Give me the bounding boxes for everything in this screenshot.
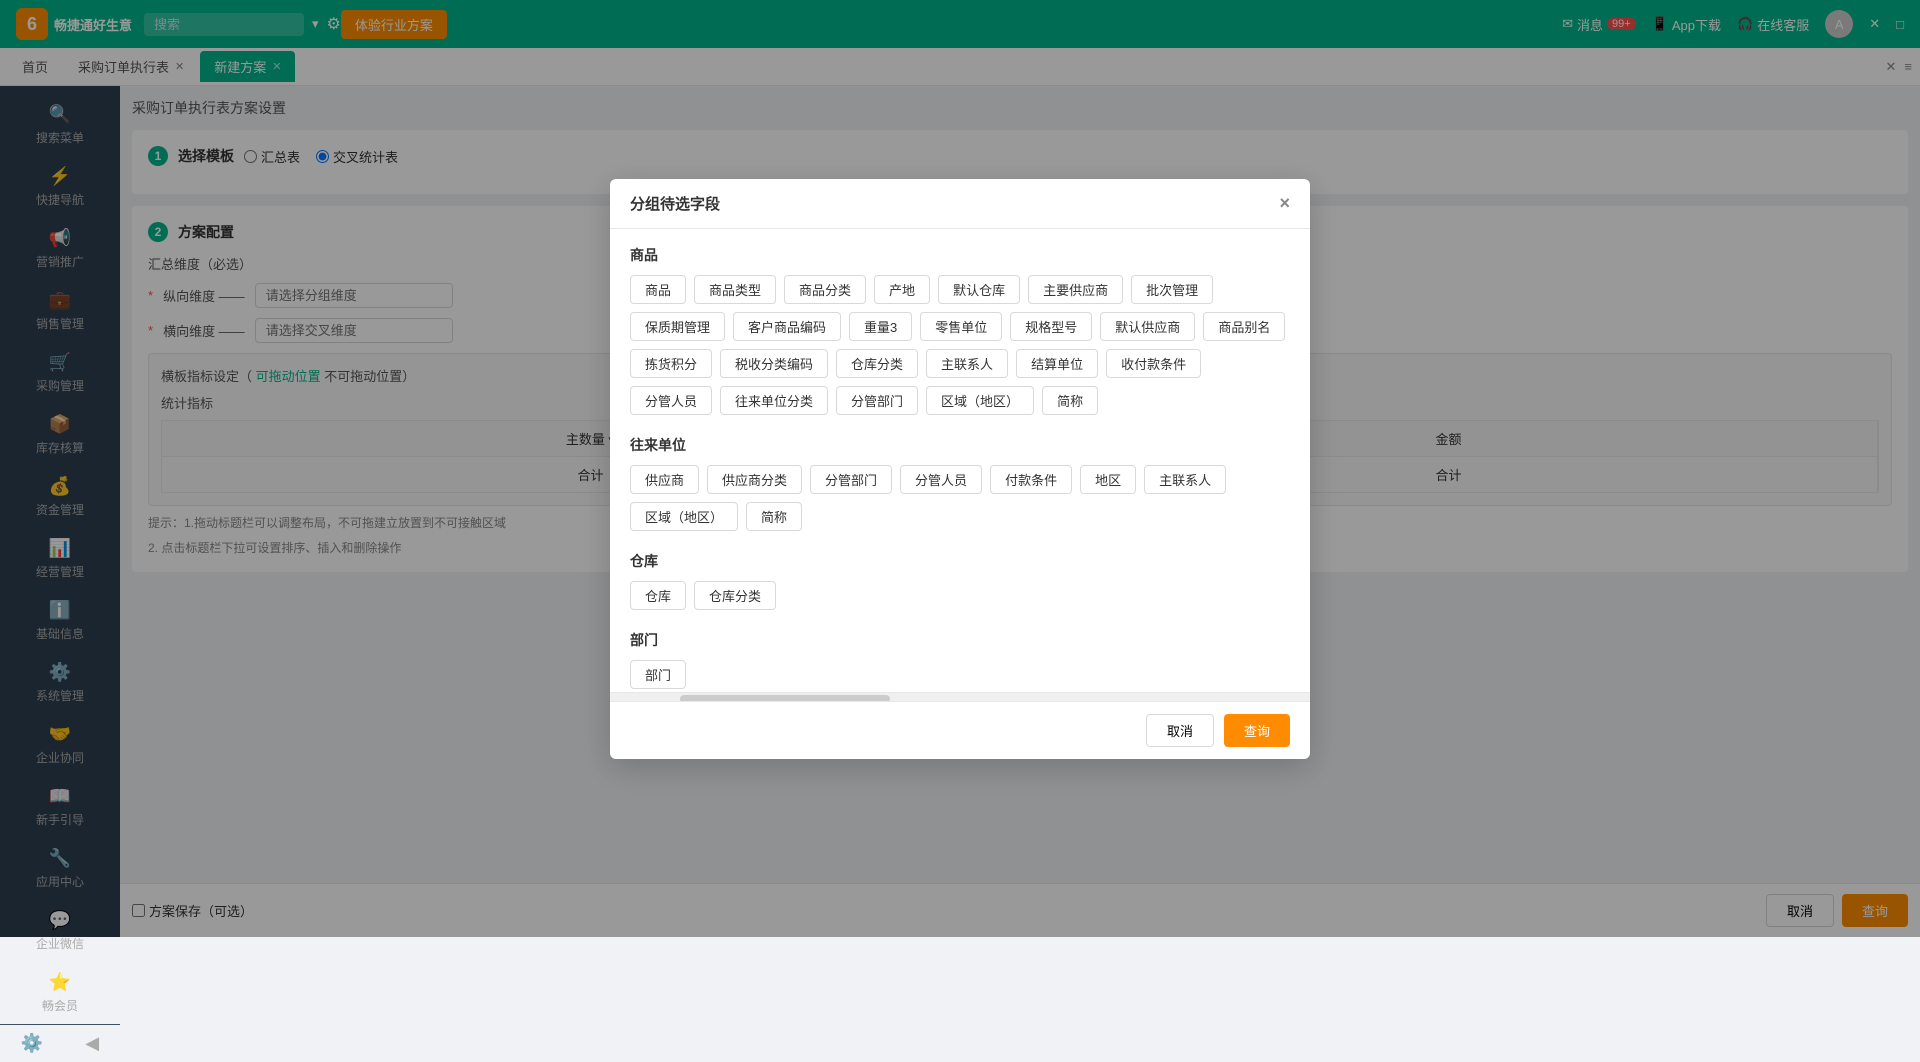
modal-close-button[interactable]: × — [1279, 193, 1290, 214]
field-tag-supervisor2[interactable]: 分管人员 — [900, 465, 982, 494]
field-tag-main-supplier[interactable]: 主要供应商 — [1028, 275, 1123, 304]
field-tag-unit-category[interactable]: 往来单位分类 — [720, 386, 828, 415]
field-tag-batch-mgmt[interactable]: 批次管理 — [1131, 275, 1213, 304]
field-tag-pick-points[interactable]: 拣货积分 — [630, 349, 712, 378]
field-tag-department[interactable]: 部门 — [630, 660, 686, 689]
field-tag-goods-type[interactable]: 商品类型 — [694, 275, 776, 304]
field-tag-region2[interactable]: 区域（地区） — [630, 502, 738, 531]
field-tag-warehouse-category[interactable]: 仓库分类 — [836, 349, 918, 378]
sidebar-bottom: ⚙️ ◀ — [0, 1024, 120, 1062]
field-tag-weight3[interactable]: 重量3 — [849, 312, 912, 341]
section-warehouse-tags: 仓库 仓库分类 — [630, 581, 1290, 610]
field-tag-origin[interactable]: 产地 — [874, 275, 930, 304]
field-tag-quality-period[interactable]: 保质期管理 — [630, 312, 725, 341]
field-tag-goods[interactable]: 商品 — [630, 275, 686, 304]
field-tag-settlement-unit[interactable]: 结算单位 — [1016, 349, 1098, 378]
section-goods-tags: 商品 商品类型 商品分类 产地 默认仓库 主要供应商 批次管理 保质期管理 客户… — [630, 275, 1290, 415]
section-warehouse: 仓库 仓库 仓库分类 — [630, 551, 1290, 610]
field-tag-payment-terms[interactable]: 收付款条件 — [1106, 349, 1201, 378]
field-tag-abbr2[interactable]: 简称 — [746, 502, 802, 531]
section-warehouse-title: 仓库 — [630, 551, 1290, 571]
sidebar-wechat-label: 企业微信 — [36, 935, 84, 952]
sidebar-member-label: 畅会员 — [42, 997, 78, 1014]
field-tag-main-contact[interactable]: 主联系人 — [926, 349, 1008, 378]
field-tag-goods-alias[interactable]: 商品别名 — [1203, 312, 1285, 341]
field-tag-warehouse-cat[interactable]: 仓库分类 — [694, 581, 776, 610]
section-department-title: 部门 — [630, 630, 1290, 650]
field-tag-area[interactable]: 地区 — [1080, 465, 1136, 494]
field-tag-default-supplier[interactable]: 默认供应商 — [1100, 312, 1195, 341]
sidebar-settings-icon[interactable]: ⚙️ — [21, 1033, 43, 1054]
section-counterparty-tags: 供应商 供应商分类 分管部门 分管人员 付款条件 地区 主联系人 区域（地区） … — [630, 465, 1290, 531]
section-counterparty: 往来单位 供应商 供应商分类 分管部门 分管人员 付款条件 地区 主联系人 区域… — [630, 435, 1290, 531]
field-tag-warehouse[interactable]: 仓库 — [630, 581, 686, 610]
modal-title: 分组待选字段 — [630, 193, 720, 214]
field-tag-pay-terms[interactable]: 付款条件 — [990, 465, 1072, 494]
field-tag-spec-model[interactable]: 规格型号 — [1010, 312, 1092, 341]
section-counterparty-title: 往来单位 — [630, 435, 1290, 455]
modal-overlay: 分组待选字段 × 商品 商品 商品类型 商品分类 产地 默认仓库 主要供应商 批… — [0, 0, 1920, 937]
field-tag-dept2[interactable]: 分管部门 — [810, 465, 892, 494]
sidebar-collapse-icon[interactable]: ◀ — [85, 1033, 99, 1054]
field-tag-default-warehouse[interactable]: 默认仓库 — [938, 275, 1020, 304]
field-tag-supervisor[interactable]: 分管人员 — [630, 386, 712, 415]
section-department: 部门 部门 — [630, 630, 1290, 689]
modal-horizontal-scrollbar[interactable] — [610, 692, 1310, 700]
section-goods: 商品 商品 商品类型 商品分类 产地 默认仓库 主要供应商 批次管理 保质期管理… — [630, 245, 1290, 415]
section-goods-title: 商品 — [630, 245, 1290, 265]
modal-body: 商品 商品 商品类型 商品分类 产地 默认仓库 主要供应商 批次管理 保质期管理… — [610, 229, 1310, 693]
field-tag-region[interactable]: 区域（地区） — [926, 386, 1034, 415]
field-tag-main-contact2[interactable]: 主联系人 — [1144, 465, 1226, 494]
field-tag-customer-code[interactable]: 客户商品编码 — [733, 312, 841, 341]
modal-confirm-button[interactable]: 查询 — [1224, 714, 1290, 747]
modal-footer: 取消 查询 — [610, 701, 1310, 759]
field-tag-goods-category[interactable]: 商品分类 — [784, 275, 866, 304]
modal-header: 分组待选字段 × — [610, 179, 1310, 229]
member-icon: ⭐ — [49, 972, 71, 993]
field-tag-retail-unit[interactable]: 零售单位 — [920, 312, 1002, 341]
section-department-tags: 部门 — [630, 660, 1290, 689]
modal-cancel-button[interactable]: 取消 — [1146, 714, 1214, 747]
field-selection-modal: 分组待选字段 × 商品 商品 商品类型 商品分类 产地 默认仓库 主要供应商 批… — [610, 179, 1310, 759]
field-tag-supplier-category[interactable]: 供应商分类 — [707, 465, 802, 494]
field-tag-tax-code[interactable]: 税收分类编码 — [720, 349, 828, 378]
sidebar-item-member[interactable]: ⭐ 畅会员 — [0, 962, 120, 1024]
field-tag-supplier[interactable]: 供应商 — [630, 465, 699, 494]
horizontal-scrollbar-thumb — [680, 695, 890, 700]
field-tag-dept[interactable]: 分管部门 — [836, 386, 918, 415]
field-tag-abbr[interactable]: 简称 — [1042, 386, 1098, 415]
